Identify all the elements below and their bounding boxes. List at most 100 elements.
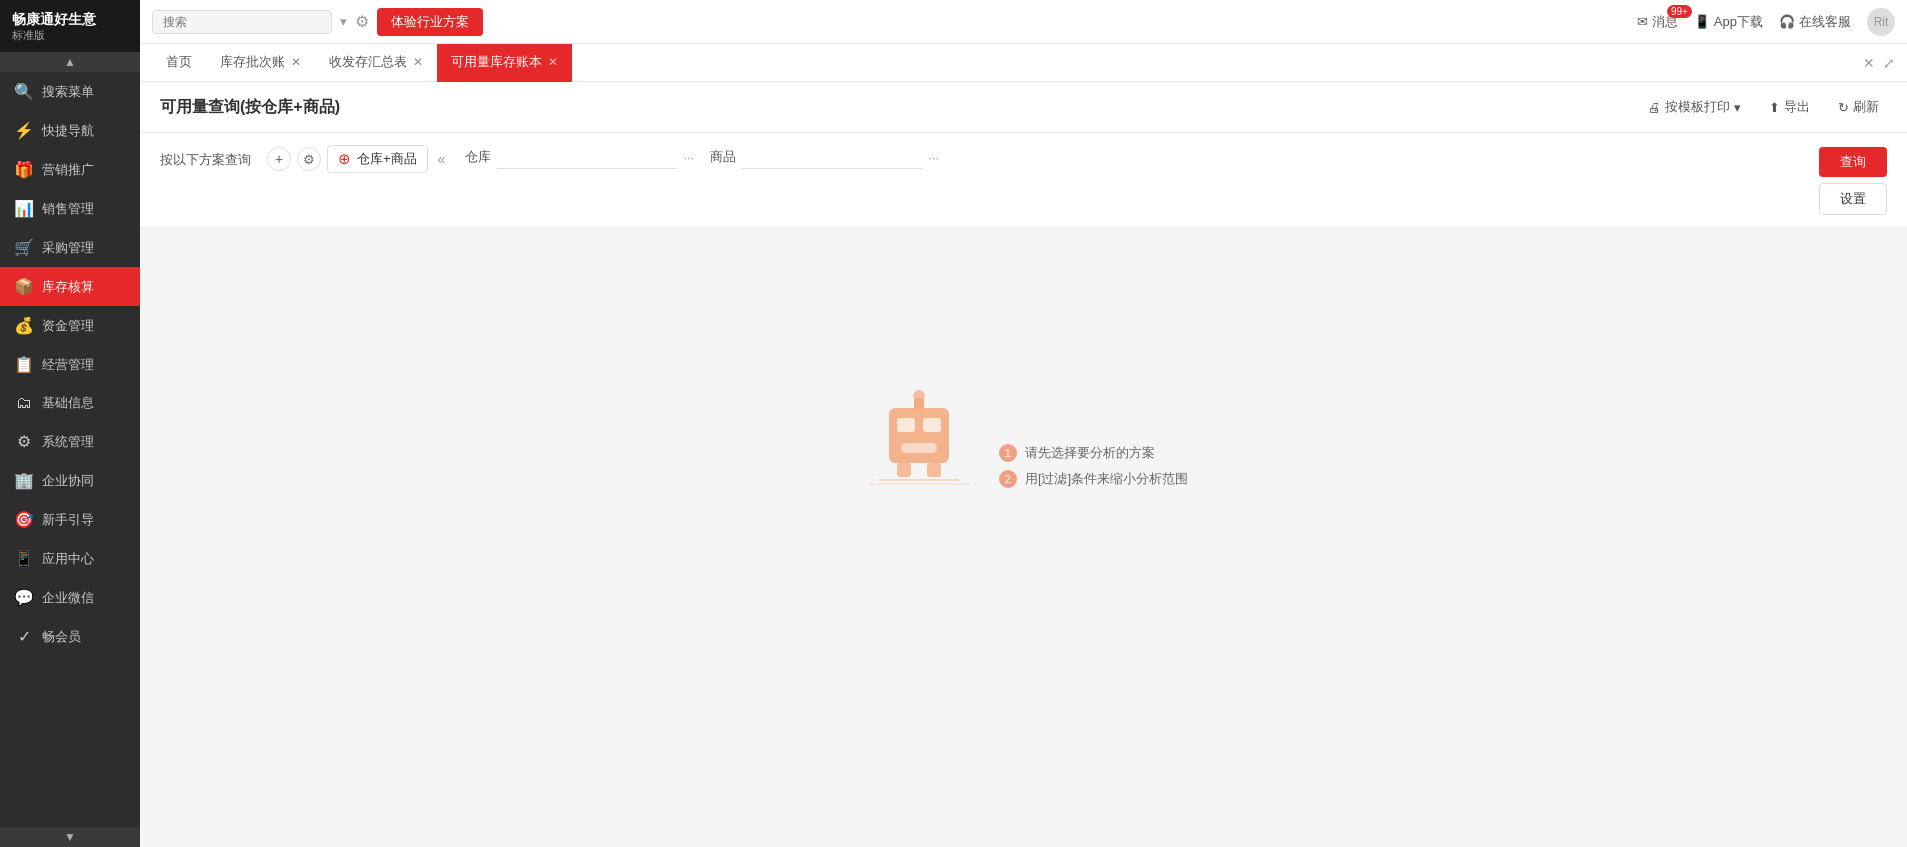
export-label: 导出 — [1784, 98, 1810, 116]
tab-batch-ledger-close[interactable]: ✕ — [291, 55, 301, 69]
sidebar-item-quick-nav[interactable]: ⚡快捷导航 — [0, 111, 140, 150]
sidebar-item-purchase[interactable]: 🛒采购管理 — [0, 228, 140, 267]
tab-summary-label: 收发存汇总表 — [329, 53, 407, 71]
tab-home[interactable]: 首页 — [152, 44, 206, 82]
sidebar-item-operations[interactable]: 📋经营管理 — [0, 345, 140, 384]
sidebar-label-inventory: 库存核算 — [42, 278, 94, 296]
sidebar-label-basic: 基础信息 — [42, 394, 94, 412]
tab-batch-ledger[interactable]: 库存批次账 ✕ — [206, 44, 315, 82]
sidebar-label-finance: 资金管理 — [42, 317, 94, 335]
tip-text-2: 用[过滤]条件来缩小分析范围 — [1025, 470, 1188, 488]
operations-icon: 📋 — [14, 355, 34, 374]
enterprise-icon: 🏢 — [14, 471, 34, 490]
sidebar-item-wechat[interactable]: 💬企业微信 — [0, 578, 140, 617]
sidebar-label-newbie: 新手引导 — [42, 511, 94, 529]
sidebar-scroll-down[interactable]: ▼ — [0, 827, 140, 847]
sidebar-item-search[interactable]: 🔍 搜索菜单 — [0, 72, 140, 111]
headset-icon: 🎧 — [1779, 14, 1795, 29]
warehouse-input[interactable] — [497, 145, 677, 169]
filter-area: 按以下方案查询 + ⚙ ⊕ 仓库+商品 « 仓库 ··· 商品 — [140, 133, 1907, 228]
user-label: Rit — [1874, 15, 1889, 29]
trial-btn[interactable]: 体验行业方案 — [377, 8, 483, 36]
goods-input[interactable] — [742, 145, 922, 169]
marketing-icon: 🎁 — [14, 160, 34, 179]
messages-btn[interactable]: ✉ 消息 99+ — [1637, 13, 1678, 31]
filter-scheme-label: 按以下方案查询 — [160, 145, 251, 169]
edit-scheme-btn[interactable]: ⚙ — [297, 147, 321, 171]
refresh-icon: ↻ — [1838, 100, 1849, 115]
sidebar-label-quick-nav: 快捷导航 — [42, 122, 94, 140]
page-header-actions: 🖨 按模板打印 ▾ ⬆ 导出 ↻ 刷新 — [1640, 94, 1887, 120]
sidebar-items: 🔍 搜索菜单 ⚡快捷导航🎁营销推广 📊 销售管理 🛒采购管理 📦 库存核算 💰 资金管理 📋经营管理… — [0, 72, 140, 827]
sidebar-label-wechat: 企业微信 — [42, 589, 94, 607]
empty-tip-1: 1 请先选择要分析的方案 — [999, 444, 1188, 462]
collapse-icon[interactable]: « — [434, 147, 450, 171]
sidebar-item-app-center[interactable]: 📱 应用中心 — [0, 539, 140, 578]
search-icon: 🔍 — [14, 82, 34, 101]
sidebar-item-system[interactable]: ⚙系统管理 — [0, 422, 140, 461]
sidebar-label-app-center: 应用中心 — [42, 550, 94, 568]
sidebar-item-marketing[interactable]: 🎁营销推广 — [0, 150, 140, 189]
svg-rect-7 — [927, 463, 941, 477]
tab-summary-close[interactable]: ✕ — [413, 55, 423, 69]
warehouse-filter: 仓库 ··· — [465, 145, 694, 169]
tab-available-label: 可用量库存账本 — [451, 53, 542, 71]
inventory-icon: 📦 — [14, 277, 34, 296]
page-title: 可用量查询(按仓库+商品) — [160, 97, 340, 118]
expand-icon[interactable]: ⤢ — [1883, 55, 1895, 71]
settings-btn[interactable]: 设置 — [1819, 183, 1887, 215]
sidebar-label-sales: 销售管理 — [42, 200, 94, 218]
refresh-btn[interactable]: ↻ 刷新 — [1830, 94, 1887, 120]
app-center-icon: 📱 — [14, 549, 34, 568]
warehouse-more-icon[interactable]: ··· — [683, 150, 694, 165]
tab-summary[interactable]: 收发存汇总表 ✕ — [315, 44, 437, 82]
user-avatar[interactable]: Rit — [1867, 8, 1895, 36]
filter-schemes: + ⚙ ⊕ 仓库+商品 « — [267, 145, 449, 173]
export-btn[interactable]: ⬆ 导出 — [1761, 94, 1818, 120]
search-input[interactable] — [152, 10, 332, 34]
tab-available-close[interactable]: ✕ — [548, 55, 558, 69]
sidebar-item-newbie[interactable]: 🎯 新手引导 — [0, 500, 140, 539]
query-btn[interactable]: 查询 — [1819, 147, 1887, 177]
empty-tips: 1 请先选择要分析的方案 2 用[过滤]条件来缩小分析范围 — [999, 444, 1188, 488]
finance-icon: 💰 — [14, 316, 34, 335]
close-tab-icon[interactable]: ✕ — [1863, 55, 1875, 71]
tab-available-ledger[interactable]: 可用量库存账本 ✕ — [437, 44, 572, 82]
logo-title: 畅康通好生意 — [12, 10, 128, 28]
svg-rect-0 — [889, 408, 949, 463]
scheme-warehouse-goods[interactable]: ⊕ 仓库+商品 — [327, 145, 428, 173]
print-template-btn[interactable]: 🖨 按模板打印 ▾ — [1640, 94, 1749, 120]
tip-num-1: 1 — [999, 444, 1017, 462]
sidebar-scroll-up[interactable]: ▲ — [0, 52, 140, 72]
dropdown-chevron-icon[interactable]: ▾ — [340, 14, 347, 29]
warehouse-label: 仓库 — [465, 148, 491, 166]
service-btn[interactable]: 🎧 在线客服 — [1779, 13, 1851, 31]
sidebar-item-finance[interactable]: 💰 资金管理 — [0, 306, 140, 345]
goods-more-icon[interactable]: ··· — [928, 150, 939, 165]
logo-subtitle: 标准版 — [12, 28, 128, 42]
service-label: 在线客服 — [1799, 13, 1851, 31]
app-icon: 📱 — [1694, 14, 1710, 29]
svg-rect-1 — [897, 418, 915, 432]
empty-state: 1 请先选择要分析的方案 2 用[过滤]条件来缩小分析范围 — [140, 228, 1907, 628]
add-scheme-btn[interactable]: + — [267, 147, 291, 171]
newbie-icon: 🎯 — [14, 510, 34, 529]
refresh-label: 刷新 — [1853, 98, 1879, 116]
app-download-btn[interactable]: 📱 App下载 — [1694, 13, 1763, 31]
action-buttons: 查询 设置 — [1819, 145, 1887, 215]
sales-icon: 📊 — [14, 199, 34, 218]
member-icon: ✓ — [14, 627, 34, 646]
sidebar-label-purchase: 采购管理 — [42, 239, 94, 257]
sidebar-item-member[interactable]: ✓畅会员 — [0, 617, 140, 656]
sidebar-item-basic[interactable]: 🗂基础信息 — [0, 384, 140, 422]
sidebar-item-enterprise[interactable]: 🏢企业协同 — [0, 461, 140, 500]
print-dropdown-icon[interactable]: ▾ — [1734, 100, 1741, 115]
empty-illustration — [859, 368, 979, 488]
empty-tip-2: 2 用[过滤]条件来缩小分析范围 — [999, 470, 1188, 488]
tab-home-label: 首页 — [166, 53, 192, 71]
sidebar-item-inventory[interactable]: 📦 库存核算 — [0, 267, 140, 306]
sidebar-label-search: 搜索菜单 — [42, 83, 94, 101]
sidebar-item-sales[interactable]: 📊 销售管理 — [0, 189, 140, 228]
gear-icon[interactable]: ⚙ — [355, 12, 369, 31]
tabbar-controls: ✕ ⤢ — [1863, 55, 1895, 71]
